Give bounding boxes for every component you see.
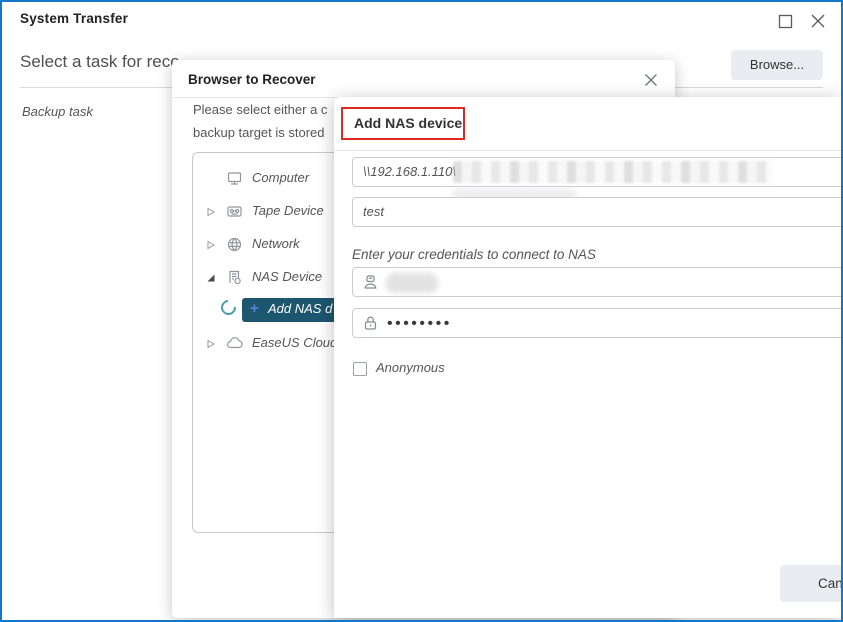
app-window: System Transfer Select a task for reco B…: [0, 0, 843, 622]
dialog-header-divider: [334, 150, 841, 151]
add-nas-device-dialog: Add NAS device \\192.168.1.110\ test Ent…: [334, 97, 841, 618]
maximize-button[interactable]: [777, 12, 795, 30]
tree-item-label: Tape Device: [252, 203, 324, 218]
close-button[interactable]: [809, 12, 827, 30]
dialog-title: Browser to Recover: [188, 72, 316, 87]
cancel-button[interactable]: Can: [780, 565, 841, 602]
close-icon: [809, 12, 827, 30]
dialog-message-line1: Please select either a c: [193, 102, 327, 117]
user-icon: [362, 274, 379, 291]
nas-device-icon: [226, 269, 243, 286]
username-input[interactable]: [352, 267, 841, 297]
share-name-value: test: [363, 198, 384, 226]
plus-icon: +: [250, 300, 259, 317]
maximize-icon: [777, 12, 795, 30]
password-dots: ••••••••: [387, 309, 452, 338]
dialog-title: Add NAS device: [354, 115, 462, 131]
share-name-input[interactable]: test: [352, 197, 841, 227]
server-path-value: \\192.168.1.110\: [363, 158, 456, 186]
anonymous-label: Anonymous: [376, 360, 445, 375]
tree-item-label: NAS Device: [252, 269, 322, 284]
computer-icon: [226, 170, 243, 187]
chevron-right-icon[interactable]: [206, 339, 216, 349]
close-icon: [643, 72, 659, 88]
tree-item-label: Add NAS d: [268, 301, 332, 316]
credentials-label: Enter your credentials to connect to NAS: [352, 247, 596, 262]
tree-item-label: Network: [252, 236, 300, 251]
censored-region: [453, 161, 773, 183]
browse-button[interactable]: Browse...: [731, 50, 823, 80]
tree-item-label: Computer: [252, 170, 309, 185]
chevron-right-icon[interactable]: [206, 240, 216, 250]
red-annotation-box: Add NAS device: [341, 107, 465, 140]
server-path-input[interactable]: \\192.168.1.110\: [352, 157, 841, 187]
tree-item-label: EaseUS Cloud (: [252, 335, 345, 350]
censored-username: [386, 273, 438, 293]
password-input[interactable]: ••••••••: [352, 308, 841, 338]
loading-spinner-icon: [218, 297, 239, 318]
lock-icon: [362, 315, 379, 332]
window-title: System Transfer: [20, 11, 128, 26]
tape-device-icon: [226, 203, 243, 220]
chevron-right-icon[interactable]: [206, 207, 216, 217]
dialog-message-line2: backup target is stored: [193, 125, 325, 140]
chevron-expanded-icon[interactable]: [206, 273, 216, 283]
network-globe-icon: [226, 236, 243, 253]
page-title: Select a task for reco: [20, 52, 180, 72]
anonymous-checkbox[interactable]: [353, 362, 367, 376]
dialog-close-button[interactable]: [643, 72, 659, 88]
cloud-icon: [226, 335, 243, 352]
backup-task-label: Backup task: [22, 104, 93, 119]
